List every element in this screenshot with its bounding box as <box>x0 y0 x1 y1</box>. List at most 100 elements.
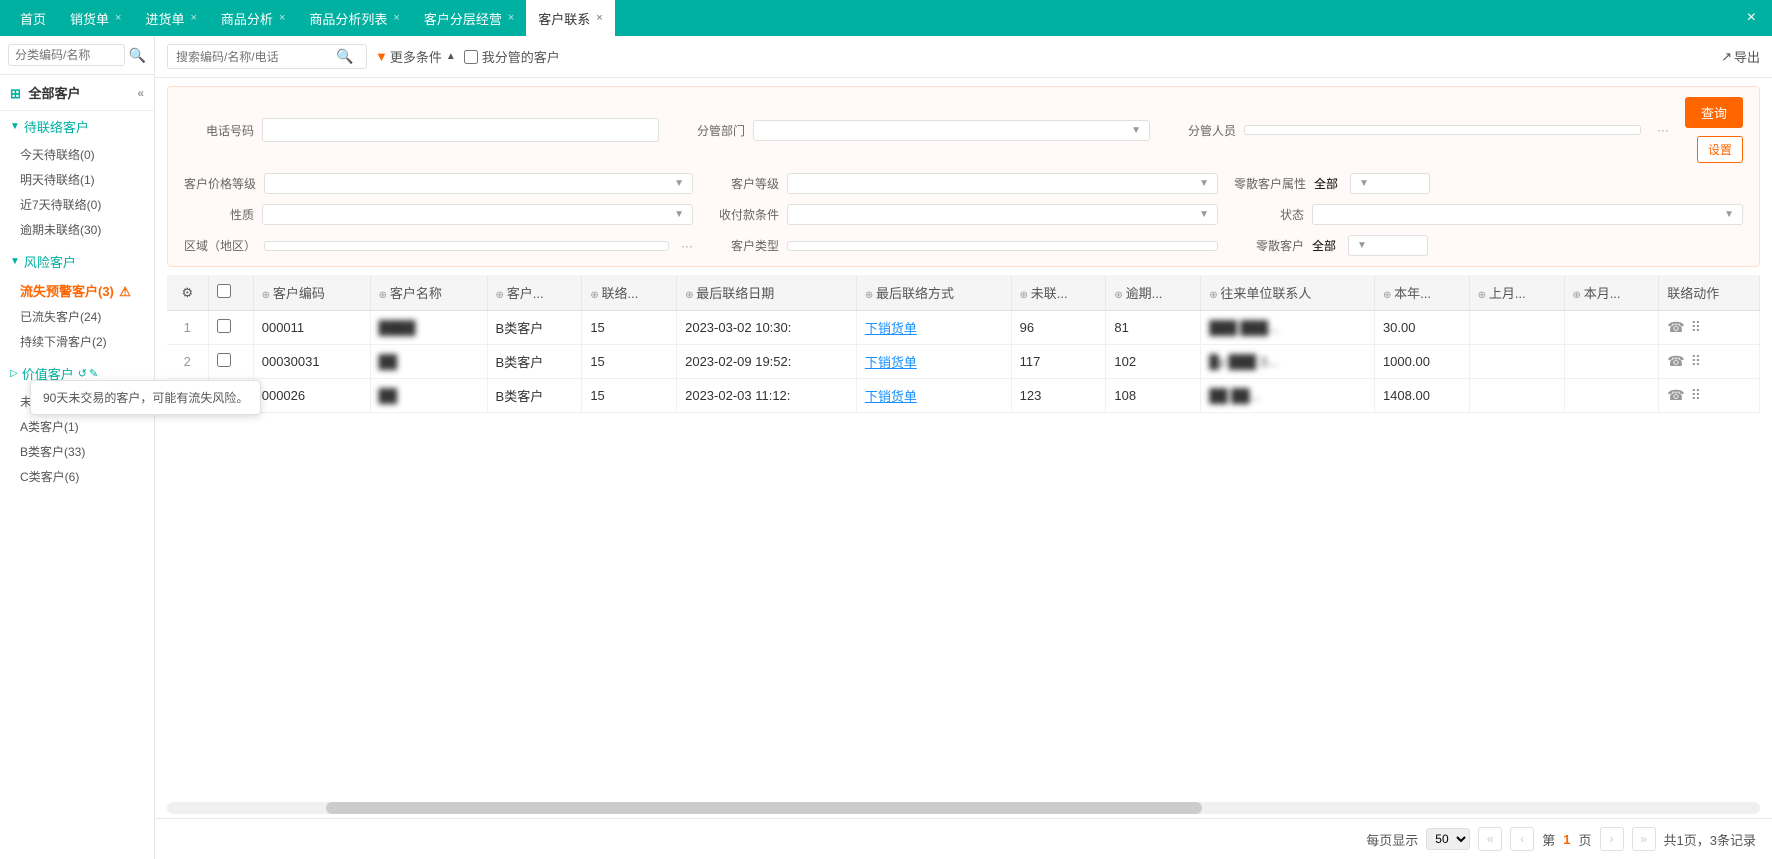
sidebar-group-risk[interactable]: ▼ 风险客户 <box>0 246 154 277</box>
sidebar-all-customers[interactable]: ⊞ 全部客户 « <box>0 75 154 111</box>
my-customers-checkbox[interactable]: 我分管的客户 <box>464 47 560 66</box>
zero-customer-select[interactable]: ▼ <box>1348 235 1428 256</box>
nature-select[interactable]: ▼ <box>262 204 693 225</box>
row-select-checkbox[interactable] <box>217 319 231 333</box>
customer-type-select[interactable] <box>787 241 1218 251</box>
sidebar-item-overdue[interactable]: 逾期未联络(30) <box>0 217 154 242</box>
sidebar-item-c-class[interactable]: C类客户(6) <box>0 464 154 489</box>
sidebar-search-input[interactable] <box>8 44 125 66</box>
search-input[interactable] <box>176 50 336 64</box>
contact-icon[interactable]: ☎ <box>1667 319 1684 336</box>
phone-input[interactable] <box>262 118 659 142</box>
sidebar-item-churn-warning[interactable]: 流失预警客户(3) ⚠ <box>0 277 154 304</box>
dept-select[interactable]: ▼ <box>753 120 1150 141</box>
more-filter-button[interactable]: ▼ 更多条件 ▲ <box>375 47 456 66</box>
filter-icon: ▼ <box>375 49 388 64</box>
sidebar-group-pending[interactable]: ▼ 待联络客户 <box>0 111 154 142</box>
manager-label: 分管人员 <box>1166 122 1236 139</box>
row-select-checkbox[interactable] <box>217 353 231 367</box>
region-select[interactable] <box>264 241 669 251</box>
page-word-di: 第 <box>1542 830 1555 849</box>
sidebar-item-declining[interactable]: 持续下滑客户(2) <box>0 329 154 354</box>
grid-icon: ⊞ <box>10 86 21 101</box>
horizontal-scrollbar[interactable] <box>167 802 1760 814</box>
nav-tab-purchase[interactable]: 进货单 × <box>133 0 208 36</box>
settings-button[interactable]: 设置 <box>1697 136 1743 163</box>
per-page-select[interactable]: 50 <box>1426 828 1470 850</box>
payment-select[interactable]: ▼ <box>787 204 1218 225</box>
last-contact-method[interactable]: 下销货单 <box>856 311 1011 345</box>
nav-tab-customer-contact[interactable]: 客户联系 × <box>526 0 614 36</box>
zero-attr-select[interactable]: ▼ <box>1350 173 1430 194</box>
last-page-button[interactable]: » <box>1632 827 1656 851</box>
manager-more-btn[interactable]: ··· <box>1657 123 1669 137</box>
close-icon[interactable]: × <box>393 12 399 24</box>
close-icon[interactable]: × <box>115 12 121 24</box>
customer-level-select[interactable]: ▼ <box>264 173 693 194</box>
sidebar-item-b-class[interactable]: B类客户(33) <box>0 439 154 464</box>
search-button[interactable]: 🔍 <box>336 48 353 65</box>
th-contact-count[interactable]: 联络... <box>582 275 677 311</box>
th-name[interactable]: 客户名称 <box>370 275 487 311</box>
th-overdue[interactable]: 逾期... <box>1106 275 1201 311</box>
contact-icon[interactable]: ☎ <box>1667 353 1684 370</box>
contact-icon[interactable]: ☎ <box>1667 387 1684 404</box>
close-icon[interactable]: × <box>596 12 602 24</box>
close-icon[interactable]: × <box>190 12 196 24</box>
row-num: 2 <box>167 345 208 379</box>
th-contact-person[interactable]: 往来单位联系人 <box>1201 275 1375 311</box>
more-actions-icon[interactable]: ⠿ <box>1691 387 1701 404</box>
close-icon[interactable]: × <box>279 12 285 24</box>
th-settings[interactable]: ⚙ <box>167 275 208 311</box>
more-actions-icon[interactable]: ⠿ <box>1691 319 1701 336</box>
customer-type: B类客户 <box>487 311 582 345</box>
total-label: 共1页，3条记录 <box>1664 830 1756 849</box>
th-last-contact-method[interactable]: 最后联络方式 <box>856 275 1011 311</box>
th-uncontacted[interactable]: 未联... <box>1011 275 1106 311</box>
close-all-button[interactable]: × <box>1739 9 1764 27</box>
prev-page-button[interactable]: ‹ <box>1510 827 1534 851</box>
th-code[interactable]: 客户编码 <box>253 275 370 311</box>
nav-tab-product-analysis[interactable]: 商品分析 × <box>209 0 297 36</box>
more-actions-icon[interactable]: ⠿ <box>1691 353 1701 370</box>
nav-home[interactable]: 首页 <box>8 0 58 36</box>
nav-tab-product-analysis-list[interactable]: 商品分析列表 × <box>297 0 411 36</box>
sidebar-item-today[interactable]: 今天待联络(0) <box>0 142 154 167</box>
export-button[interactable]: ↗ 导出 <box>1721 47 1760 66</box>
first-page-button[interactable]: « <box>1478 827 1502 851</box>
last-contact-method[interactable]: 下销货单 <box>856 379 1011 413</box>
dept-field: 分管部门 ▼ <box>675 120 1150 141</box>
region-more-btn[interactable]: ··· <box>681 239 693 253</box>
sidebar-item-a-class[interactable]: A类客户(1) <box>0 414 154 439</box>
customer-code: 00030031 <box>253 345 370 379</box>
th-this-year[interactable]: 本年... <box>1374 275 1469 311</box>
nav-tab-customer-layer[interactable]: 客户分层经营 × <box>412 0 526 36</box>
query-button[interactable]: 查询 <box>1685 97 1743 128</box>
customer-type-field: 客户类型 <box>709 237 1218 254</box>
sidebar: 🔍 ⊞ 全部客户 « ▼ 待联络客户 今天待联络(0) 明天待联络(1) 近7天… <box>0 36 155 859</box>
table-container: ⚙ 客户编码 客户名称 客户... 联络... 最后联络日期 最后联络方式 未联… <box>155 275 1772 798</box>
status-select[interactable]: ▼ <box>1312 204 1743 225</box>
th-last-contact-date[interactable]: 最后联络日期 <box>677 275 857 311</box>
scrollbar-thumb[interactable] <box>326 802 1202 814</box>
close-icon[interactable]: × <box>508 12 514 24</box>
nav-tab-sales[interactable]: 销货单 × <box>58 0 133 36</box>
th-last-month[interactable]: 上月... <box>1469 275 1564 311</box>
actions: ☎ ⠿ <box>1659 379 1760 413</box>
th-type[interactable]: 客户... <box>487 275 582 311</box>
next-page-button[interactable]: › <box>1600 827 1624 851</box>
last-contact-method[interactable]: 下销货单 <box>856 345 1011 379</box>
sidebar-item-7days[interactable]: 近7天待联络(0) <box>0 192 154 217</box>
refresh-icon[interactable]: ↺ <box>78 367 87 380</box>
sidebar-item-tomorrow[interactable]: 明天待联络(1) <box>0 167 154 192</box>
th-this-month[interactable]: 本月... <box>1564 275 1659 311</box>
my-customers-check[interactable] <box>464 50 478 64</box>
sidebar-item-churned[interactable]: 已流失客户(24) <box>0 304 154 329</box>
sidebar-collapse-icon[interactable]: « <box>137 86 144 100</box>
edit-icon[interactable]: ✎ <box>89 367 98 380</box>
select-all-checkbox[interactable] <box>217 284 231 298</box>
sidebar-search: 🔍 <box>0 36 154 75</box>
manager-select[interactable] <box>1244 125 1641 135</box>
chevron-right-icon: ▷ <box>10 368 18 379</box>
customer-grade-select[interactable]: ▼ <box>787 173 1218 194</box>
